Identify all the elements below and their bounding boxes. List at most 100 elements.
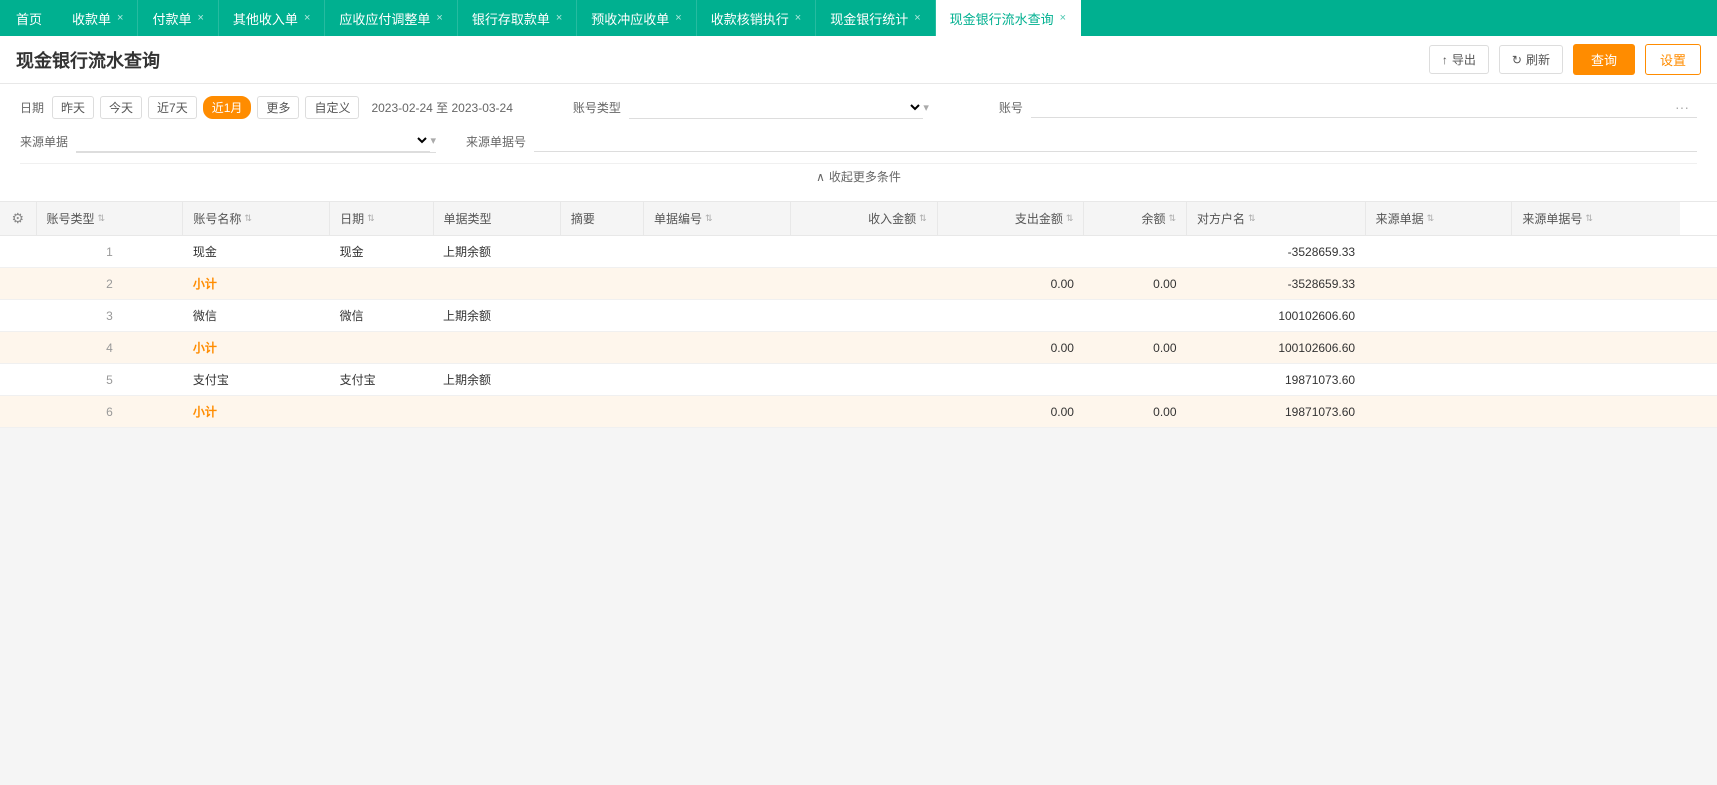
cell-gear [0,332,36,364]
filter-row-source: 来源单据 ▾ 来源单据号 [20,129,1697,153]
sort-icon[interactable]: ⇅ [1427,214,1435,223]
close-icon[interactable]: × [914,12,920,24]
cell-account-name [330,268,433,300]
date-btn-custom[interactable]: 自定义 [305,96,359,119]
cell-source-doc-no [1680,332,1717,364]
cell-doc-type [560,300,643,332]
nav-tab-shoukuandan[interactable]: 收款单 × [58,0,138,36]
query-button[interactable]: 查询 [1573,44,1635,75]
cell-balance: 19871073.60 [1187,396,1366,428]
table-row[interactable]: 6小计0.000.0019871073.60 [0,396,1717,428]
sort-icon[interactable]: ⇅ [705,214,713,223]
sort-icon[interactable]: ⇅ [1585,214,1593,223]
source-doc-select[interactable] [76,129,430,152]
source-doc-label: 来源单据 [20,133,68,150]
close-icon[interactable]: × [304,12,310,24]
th-account-type: 账号类型 ⇅ [36,202,183,236]
nav-tab-yinhang[interactable]: 银行存取款单 × [458,0,577,36]
cell-gear [0,236,36,268]
date-btn-more[interactable]: 更多 [257,96,299,119]
close-icon[interactable]: × [436,12,442,24]
th-doc-no: 单据编号 ⇅ [643,202,790,236]
sort-icon[interactable]: ⇅ [919,214,927,223]
table-container: ⚙ 账号类型 ⇅ 账号名称 ⇅ 日期 [0,202,1717,428]
cell-doc-type [560,332,643,364]
setting-button[interactable]: 设置 [1645,44,1701,75]
cell-summary [643,396,790,428]
close-icon[interactable]: × [556,12,562,24]
source-doc-no-input[interactable] [534,131,934,151]
nav-tab-tiaozheng[interactable]: 应收应付调整单 × [325,0,457,36]
th-expense: 支出金额 ⇅ [937,202,1084,236]
nav-tab-hexiao[interactable]: 收款核销执行 × [697,0,816,36]
cell-expense [1084,364,1187,396]
cell-account-name: 现金 [330,236,433,268]
header-actions: ↑ 导出 ↻ 刷新 查询 设置 [1429,44,1701,75]
nav-tab-fukuandan[interactable]: 付款单 × [138,0,218,36]
date-btn-yesterday[interactable]: 昨天 [52,96,94,119]
account-label: 账号 [999,99,1023,116]
export-button[interactable]: ↑ 导出 [1429,45,1489,74]
cell-income: 0.00 [937,268,1084,300]
table-row[interactable]: 4小计0.000.00100102606.60 [0,332,1717,364]
row-number: 2 [36,268,183,300]
table-row[interactable]: 2小计0.000.00-3528659.33 [0,268,1717,300]
table-row[interactable]: 1现金现金上期余额-3528659.33 [0,236,1717,268]
close-icon[interactable]: × [795,12,801,24]
close-icon[interactable]: × [197,12,203,24]
nav-tab-tongji[interactable]: 现金银行统计 × [816,0,935,36]
cell-source-doc [1512,396,1680,428]
sort-icon[interactable]: ⇅ [1066,214,1074,223]
cell-summary [643,300,790,332]
nav-home[interactable]: 首页 [0,0,58,36]
nav-tab-liushui[interactable]: 现金银行流水查询 × [936,0,1081,36]
nav-tab-qitashouru[interactable]: 其他收入单 × [219,0,325,36]
collapse-bar[interactable]: ∧ 收起更多条件 [20,163,1697,189]
close-icon[interactable]: × [117,12,123,24]
cell-summary [643,236,790,268]
table-row[interactable]: 5支付宝支付宝上期余额19871073.60 [0,364,1717,396]
cell-balance: -3528659.33 [1187,268,1366,300]
cell-date [433,268,560,300]
chevron-down-icon-2: ▾ [430,134,436,147]
cell-expense: 0.00 [1084,396,1187,428]
date-btn-today[interactable]: 今天 [100,96,142,119]
cell-doc-no [790,332,937,364]
cell-income: 0.00 [937,332,1084,364]
cell-date: 上期余额 [433,364,560,396]
sort-icon[interactable]: ⇅ [98,214,106,223]
nav-tab-yushou[interactable]: 预收冲应收单 × [577,0,696,36]
cell-date: 上期余额 [433,236,560,268]
data-table: ⚙ 账号类型 ⇅ 账号名称 ⇅ 日期 [0,202,1717,428]
cell-account-type: 小计 [183,332,330,364]
date-btn-7days[interactable]: 近7天 [148,96,197,119]
cell-gear [0,396,36,428]
cell-doc-type [560,396,643,428]
cell-account-type: 微信 [183,300,330,332]
sort-icon[interactable]: ⇅ [367,214,375,223]
account-input[interactable] [1031,97,1675,117]
close-icon[interactable]: × [675,12,681,24]
th-source-doc: 来源单据 ⇅ [1365,202,1512,236]
account-dots[interactable]: ··· [1675,99,1689,115]
cell-counterpart [1365,300,1512,332]
cell-account-name: 支付宝 [330,364,433,396]
gear-icon[interactable]: ⚙ [11,210,24,226]
date-btn-1month[interactable]: 近1月 [203,96,252,119]
cell-doc-type [560,268,643,300]
account-type-select[interactable]: 现金 微信 支付宝 [629,96,923,119]
th-source-doc-no: 来源单据号 ⇅ [1512,202,1680,236]
cell-summary [643,268,790,300]
refresh-button[interactable]: ↻ 刷新 [1499,45,1563,74]
sort-icon[interactable]: ⇅ [244,214,252,223]
cell-account-type: 小计 [183,396,330,428]
cell-date [433,332,560,364]
cell-summary [643,364,790,396]
sort-icon[interactable]: ⇅ [1248,214,1256,223]
cell-doc-type [560,236,643,268]
th-account-name: 账号名称 ⇅ [183,202,330,236]
close-icon[interactable]: × [1060,12,1066,24]
table-row[interactable]: 3微信微信上期余额100102606.60 [0,300,1717,332]
sort-icon[interactable]: ⇅ [1168,214,1176,223]
cell-doc-no [790,396,937,428]
